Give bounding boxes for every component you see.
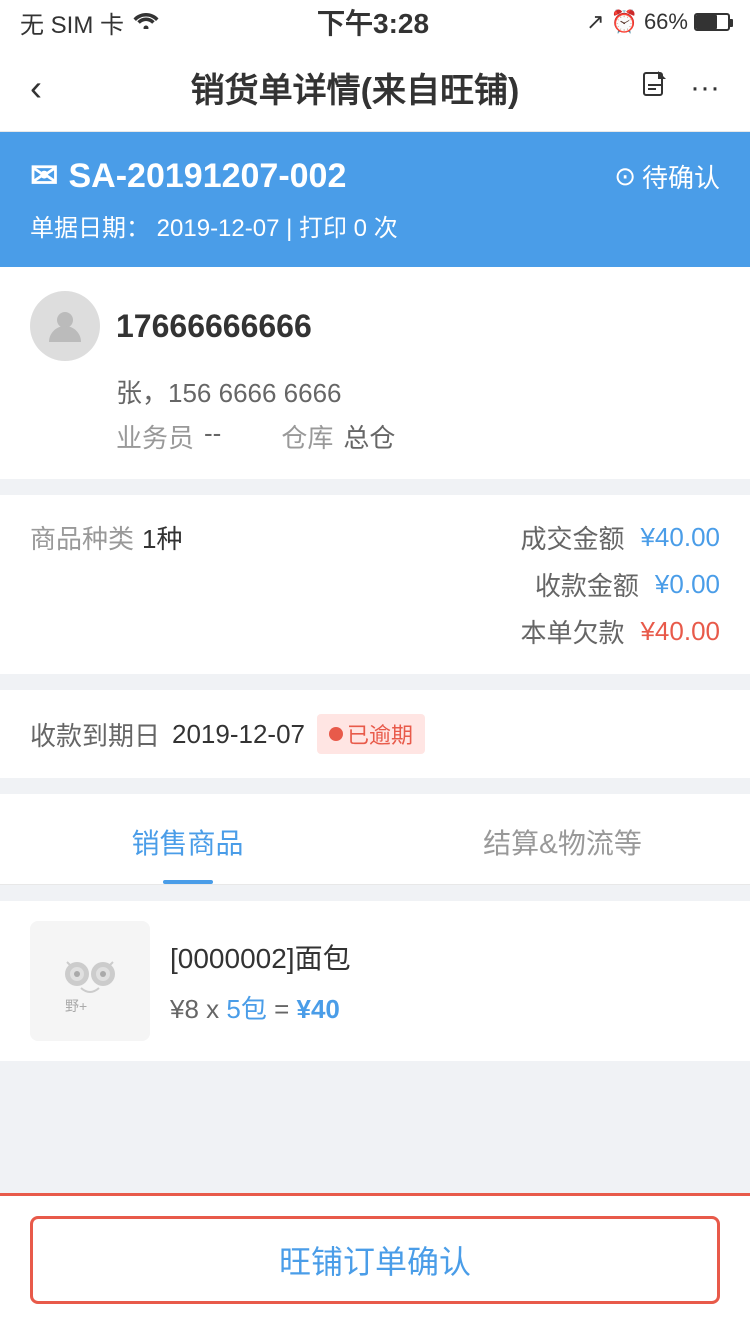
product-section: 野+ [0000002]面包 ¥8 x 5包 = ¥40 xyxy=(0,901,750,1061)
order-envelope-icon: ✉ xyxy=(30,156,59,196)
back-button[interactable]: ‹ xyxy=(30,67,90,109)
battery-icon xyxy=(694,13,730,31)
received-amount-row: 收款金额 ¥0.00 xyxy=(535,566,720,603)
sales-rep-value: -- xyxy=(204,418,221,455)
deal-amount-value: ¥40.00 xyxy=(640,522,720,553)
product-price: ¥8 xyxy=(170,994,199,1024)
customer-name-row: 张，156 6666 6666 xyxy=(116,373,720,410)
more-icon[interactable]: ··· xyxy=(690,71,720,105)
status-left: 无 SIM 卡 xyxy=(20,5,160,40)
product-info: [0000002]面包 ¥8 x 5包 = ¥40 xyxy=(170,937,720,1026)
page-title: 销货单详情(来自旺铺) xyxy=(90,63,620,112)
nav-actions: ··· xyxy=(620,69,720,107)
nav-bar: ‹ 销货单详情(来自旺铺) ··· xyxy=(0,44,750,132)
multiply-sign: x xyxy=(206,994,226,1024)
equals-sign: = xyxy=(274,994,296,1024)
overdue-label: 已逾期 xyxy=(347,718,413,750)
avatar xyxy=(30,291,100,361)
sales-rep-label: 业务员 xyxy=(116,418,194,455)
order-header-card: ✉ SA-20191207-002 ⊙ 待确认 单据日期： 2019-12-07… xyxy=(0,132,750,267)
deal-amount-row: 成交金额 ¥40.00 xyxy=(520,519,720,556)
status-bar: 无 SIM 卡 下午3:28 ↗ ⏰ 66% xyxy=(0,0,750,44)
product-image: 野+ xyxy=(30,921,150,1041)
warehouse-label: 仓库 xyxy=(281,418,333,455)
product-qty: 5包 xyxy=(226,994,266,1024)
owed-value: ¥40.00 xyxy=(640,616,720,647)
order-number: ✉ SA-20191207-002 xyxy=(30,156,346,196)
location-icon: ↗ xyxy=(586,9,604,35)
order-date-info: 单据日期： 2019-12-07 | 打印 0 次 xyxy=(30,208,720,243)
summary-section: 商品种类 1种 成交金额 ¥40.00 收款金额 ¥0.00 本单欠款 ¥40.… xyxy=(0,495,750,674)
tabs-row: 销售商品 结算&物流等 xyxy=(0,794,750,885)
product-name: [0000002]面包 xyxy=(170,937,720,977)
clock-icon: ⊙ xyxy=(614,161,636,192)
product-types-label: 商品种类 xyxy=(30,519,134,556)
overdue-dot-icon xyxy=(329,727,343,741)
owed-label: 本单欠款 xyxy=(520,613,624,650)
deal-amount-label: 成交金额 xyxy=(520,519,624,556)
due-date-label: 收款到期日 xyxy=(30,716,160,753)
overdue-badge: 已逾期 xyxy=(317,714,425,754)
received-value: ¥0.00 xyxy=(655,569,720,600)
customer-section: 17666666666 张，156 6666 6666 业务员 -- 仓库 总仓 xyxy=(0,267,750,479)
product-price-row: ¥8 x 5包 = ¥40 xyxy=(170,989,720,1026)
customer-details-row: 业务员 -- 仓库 总仓 xyxy=(116,418,720,455)
received-label: 收款金额 xyxy=(535,566,639,603)
tabs-section: 销售商品 结算&物流等 xyxy=(0,794,750,885)
status-time: 下午3:28 xyxy=(317,2,429,42)
wifi-icon xyxy=(132,8,160,36)
customer-phone: 17666666666 xyxy=(116,308,312,345)
confirm-order-button[interactable]: 旺铺订单确认 xyxy=(30,1216,720,1304)
product-types-value: 1种 xyxy=(142,519,182,556)
share-icon[interactable] xyxy=(640,69,670,107)
svg-text:野+: 野+ xyxy=(65,998,87,1014)
product-row: 野+ [0000002]面包 ¥8 x 5包 = ¥40 xyxy=(30,921,720,1041)
carrier-text: 无 SIM 卡 xyxy=(20,5,124,40)
tab-settlement[interactable]: 结算&物流等 xyxy=(375,794,750,884)
warehouse-value: 总仓 xyxy=(343,418,395,455)
due-date-section: 收款到期日 2019-12-07 已逾期 xyxy=(0,690,750,778)
due-date-value: 2019-12-07 xyxy=(172,719,305,750)
bottom-bar: 旺铺订单确认 xyxy=(0,1193,750,1334)
owed-amount-row: 本单欠款 ¥40.00 xyxy=(520,613,720,650)
amounts-section: 成交金额 ¥40.00 收款金额 ¥0.00 本单欠款 ¥40.00 xyxy=(520,519,720,650)
product-types-row: 商品种类 1种 xyxy=(30,519,182,556)
alarm-icon: ⏰ xyxy=(611,9,638,35)
status-right: ↗ ⏰ 66% xyxy=(586,9,730,35)
tab-sales-product[interactable]: 销售商品 xyxy=(0,794,375,884)
product-total: ¥40 xyxy=(297,994,340,1024)
order-status: ⊙ 待确认 xyxy=(614,158,720,195)
battery-percent: 66% xyxy=(644,9,688,35)
